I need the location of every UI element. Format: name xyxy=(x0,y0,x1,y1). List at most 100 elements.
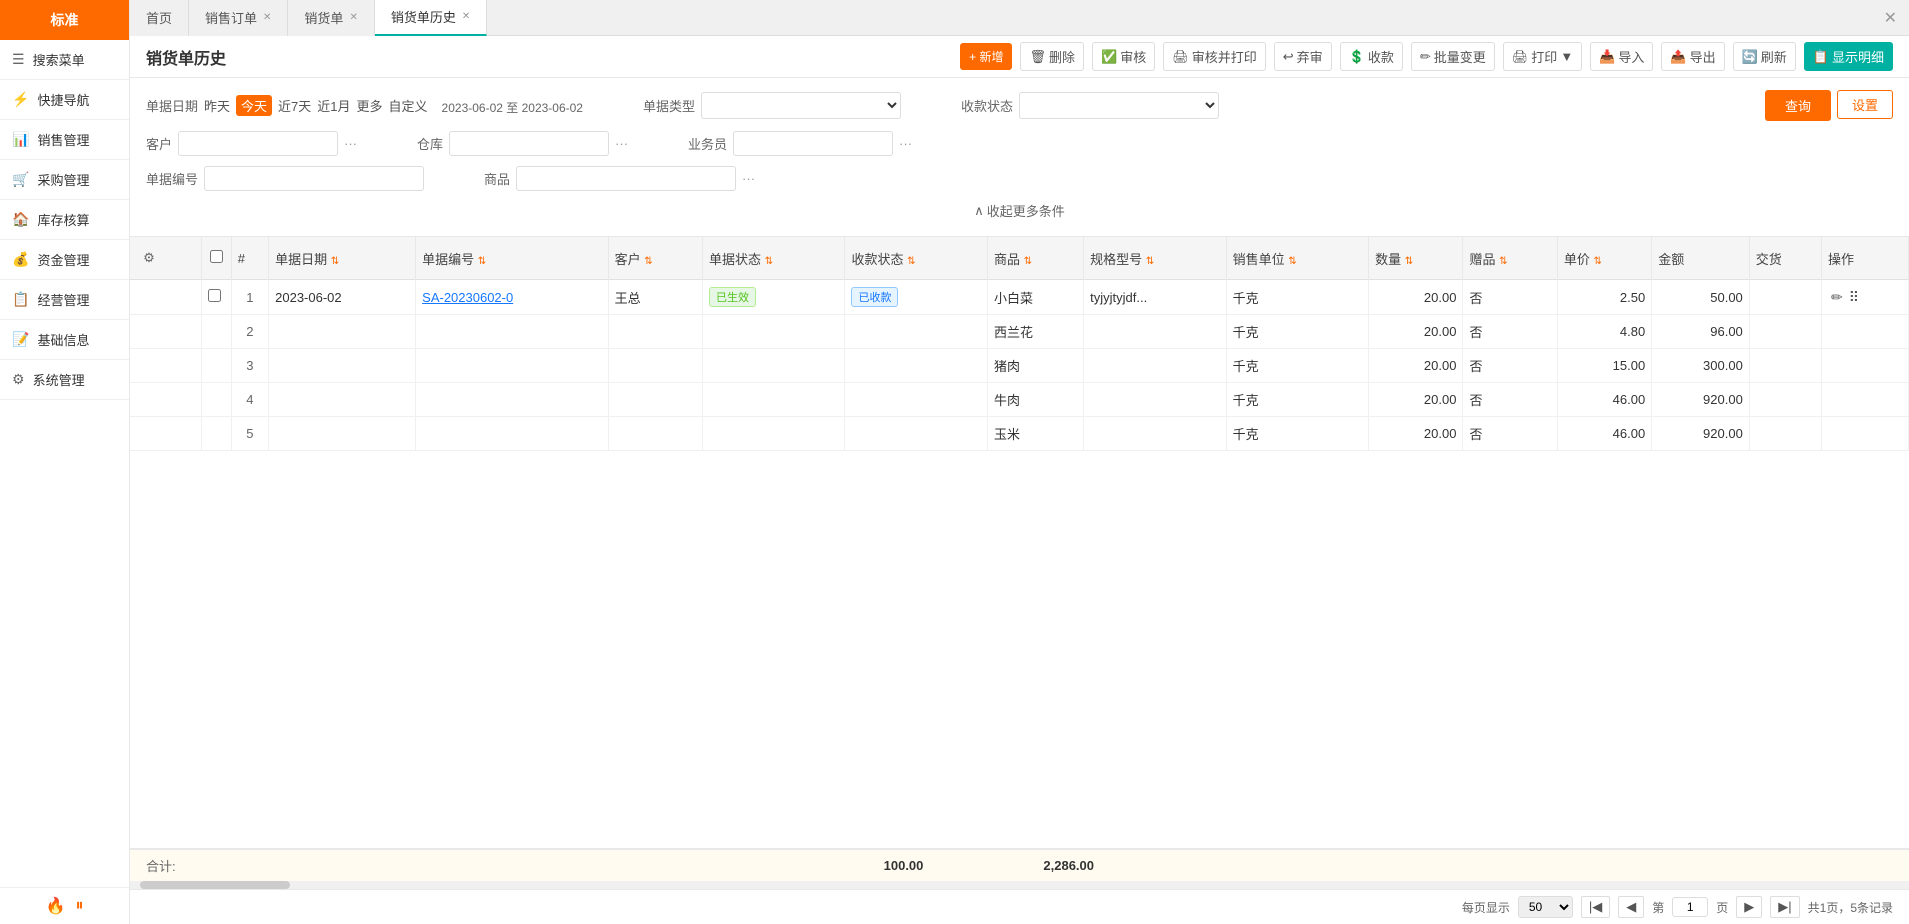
tab-home[interactable]: 首页 xyxy=(130,0,189,36)
col-goods-sort-icon[interactable]: ⇅ xyxy=(1024,256,1032,267)
col-payment-status[interactable]: 收款状态 ⇅ xyxy=(845,237,987,280)
batch-change-button[interactable]: ✏ 批量变更 xyxy=(1411,42,1495,71)
row-checkbox[interactable] xyxy=(208,289,221,302)
collapse-button[interactable]: ∧ 收起更多条件 xyxy=(146,201,1893,220)
set-button[interactable]: 设置 xyxy=(1837,90,1893,119)
col-spec-sort-icon[interactable]: ⇅ xyxy=(1146,256,1154,267)
table-settings-gear[interactable]: ⚙ xyxy=(136,245,162,271)
col-customer-sort-icon[interactable]: ⇅ xyxy=(644,256,652,267)
tab-sales-goods[interactable]: 销货单 ✕ xyxy=(288,0,374,36)
date-shortcut-more[interactable]: 更多 xyxy=(357,96,383,115)
footer-total-qty: 100.00 xyxy=(884,858,924,873)
col-unit-sort-icon[interactable]: ⇅ xyxy=(1288,256,1296,267)
query-button[interactable]: 查询 xyxy=(1765,90,1831,121)
warehouse-dots[interactable]: ··· xyxy=(615,136,628,151)
sidebar-item-sales-mgmt[interactable]: 📊 销售管理 xyxy=(0,120,129,160)
audit-print-button[interactable]: 🖨 审核并打印 xyxy=(1163,42,1266,71)
row-edit-icon[interactable]: ✏ xyxy=(1831,289,1843,305)
tab-sales-history[interactable]: 销货单历史 ✕ xyxy=(375,0,487,36)
sidebar-item-operations[interactable]: 📋 经营管理 xyxy=(0,280,129,320)
col-payment-status-sort-icon[interactable]: ⇅ xyxy=(907,256,915,267)
row-docno[interactable] xyxy=(416,383,608,417)
print-button[interactable]: 🖨 打印 ▼ xyxy=(1503,42,1582,71)
horizontal-scrollbar[interactable] xyxy=(130,881,1909,889)
row-gift: 否 xyxy=(1463,383,1557,417)
row-docno[interactable]: SA-20230602-0 xyxy=(416,280,608,315)
tab-close-all-button[interactable]: ✕ xyxy=(1872,8,1909,28)
last-page-button[interactable]: ▶| xyxy=(1770,896,1799,918)
refresh-button[interactable]: 🔄 刷新 xyxy=(1733,42,1796,71)
goods-label: 商品 xyxy=(484,169,510,188)
import-button[interactable]: 📥 导入 xyxy=(1590,42,1653,71)
first-page-button[interactable]: |◀ xyxy=(1581,896,1610,918)
col-date[interactable]: 单据日期 ⇅ xyxy=(269,237,416,280)
export-button[interactable]: 📤 导出 xyxy=(1661,42,1724,71)
tab-sales-order-close[interactable]: ✕ xyxy=(263,12,271,23)
customer-dots[interactable]: ··· xyxy=(344,136,357,151)
col-gift-sort-icon[interactable]: ⇅ xyxy=(1499,256,1507,267)
delete-button[interactable]: 🗑 删除 xyxy=(1020,42,1084,71)
warehouse-input[interactable] xyxy=(449,131,609,156)
sidebar-item-search-menu[interactable]: ☰ 搜索菜单 xyxy=(0,40,129,80)
prev-page-button[interactable]: ◀ xyxy=(1618,896,1644,918)
sidebar-item-quick-nav[interactable]: ⚡ 快捷导航 xyxy=(0,80,129,120)
sidebar-item-finance[interactable]: 💰 资金管理 xyxy=(0,240,129,280)
warehouse-label: 仓库 xyxy=(417,134,443,153)
page-number-input[interactable] xyxy=(1672,897,1708,917)
col-spec[interactable]: 规格型号 ⇅ xyxy=(1084,237,1226,280)
col-goods[interactable]: 商品 ⇅ xyxy=(987,237,1083,280)
col-customer[interactable]: 客户 ⇅ xyxy=(608,237,702,280)
row-docno[interactable] xyxy=(416,417,608,451)
customer-input[interactable] xyxy=(178,131,338,156)
tab-sales-order[interactable]: 销售订单 ✕ xyxy=(189,0,288,36)
new-button[interactable]: + 新增 xyxy=(960,43,1012,70)
col-gift[interactable]: 赠品 ⇅ xyxy=(1463,237,1557,280)
goods-dots[interactable]: ··· xyxy=(742,171,755,186)
sidebar-item-basic-info[interactable]: 📝 基础信息 xyxy=(0,320,129,360)
sidebar-item-inventory[interactable]: 🏠 库存核算 xyxy=(0,200,129,240)
row-delivery xyxy=(1749,280,1821,315)
date-shortcut-7days[interactable]: 近7天 xyxy=(278,96,311,115)
col-docno[interactable]: 单据编号 ⇅ xyxy=(416,237,608,280)
sidebar-item-system-mgmt[interactable]: ⚙ 系统管理 xyxy=(0,360,129,400)
date-shortcut-1month[interactable]: 近1月 xyxy=(317,96,350,115)
docno-input[interactable] xyxy=(204,166,424,191)
per-page-select[interactable]: 50 100 xyxy=(1518,896,1573,918)
sidebar-bottom-fire-icon[interactable]: 🔥 xyxy=(46,896,66,916)
col-docno-sort-icon[interactable]: ⇅ xyxy=(478,256,486,267)
row-docno[interactable] xyxy=(416,349,608,383)
audit-button[interactable]: ✅ 审核 xyxy=(1092,42,1155,71)
col-price[interactable]: 单价 ⇅ xyxy=(1557,237,1651,280)
tab-sales-goods-close[interactable]: ✕ xyxy=(349,12,357,23)
scrollbar-thumb[interactable] xyxy=(140,881,290,889)
staff-dots[interactable]: ··· xyxy=(899,136,912,151)
row-docno-link[interactable]: SA-20230602-0 xyxy=(422,290,513,305)
date-shortcut-yesterday[interactable]: 昨天 xyxy=(204,96,230,115)
table-container[interactable]: ⚙ # 单据日期 ⇅ 单据编号 ⇅ 客户 xyxy=(130,237,1909,848)
col-price-sort-icon[interactable]: ⇅ xyxy=(1593,256,1601,267)
collect-button[interactable]: 💲 收款 xyxy=(1340,42,1403,71)
staff-label: 业务员 xyxy=(688,134,727,153)
col-unit[interactable]: 销售单位 ⇅ xyxy=(1226,237,1368,280)
tab-sales-history-close[interactable]: ✕ xyxy=(462,11,470,22)
col-qty[interactable]: 数量 ⇅ xyxy=(1369,237,1463,280)
payment-status-select[interactable] xyxy=(1019,92,1219,119)
col-qty-sort-icon[interactable]: ⇅ xyxy=(1405,256,1413,267)
staff-input[interactable] xyxy=(733,131,893,156)
abandon-button[interactable]: ↩ 弃审 xyxy=(1274,42,1332,71)
date-shortcut-today[interactable]: 今天 xyxy=(236,95,272,116)
goods-input[interactable] xyxy=(516,166,736,191)
row-delete-icon[interactable]: ⠿ xyxy=(1849,289,1859,305)
col-doc-status[interactable]: 单据状态 ⇅ xyxy=(703,237,845,280)
col-date-sort-icon[interactable]: ⇅ xyxy=(331,256,339,267)
next-page-button[interactable]: ▶ xyxy=(1736,896,1762,918)
sidebar-bottom-pause-icon[interactable]: ⏸ xyxy=(75,897,83,915)
show-detail-button[interactable]: 📋 显示明细 xyxy=(1804,42,1893,71)
date-shortcut-custom[interactable]: 自定义 xyxy=(389,96,428,115)
select-all-checkbox[interactable] xyxy=(210,250,223,263)
col-doc-status-sort-icon[interactable]: ⇅ xyxy=(765,256,773,267)
row-docno[interactable] xyxy=(416,315,608,349)
sidebar-item-purchase-mgmt[interactable]: 🛒 采购管理 xyxy=(0,160,129,200)
doc-type-select[interactable] xyxy=(701,92,901,119)
col-gear[interactable]: ⚙ xyxy=(130,237,201,280)
